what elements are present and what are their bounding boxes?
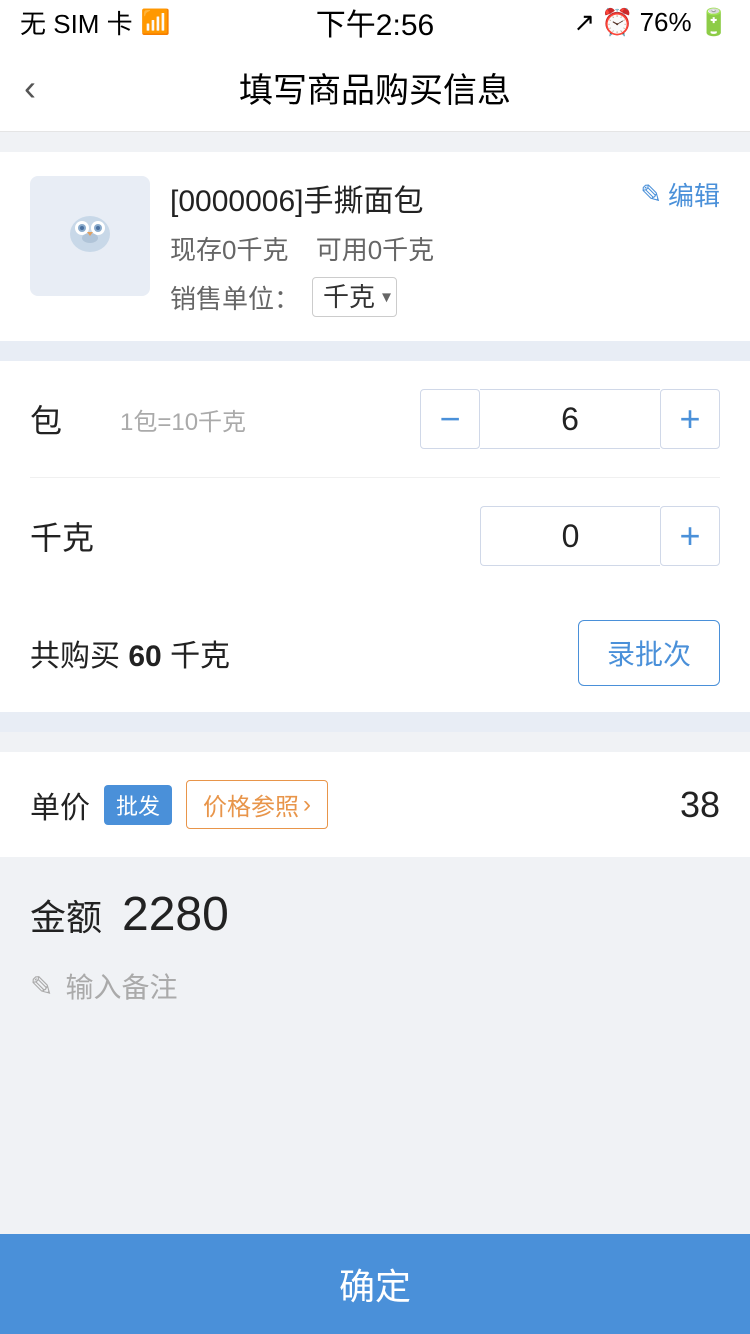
wifi-icon: 📶 — [141, 8, 171, 37]
decrement-bao-button[interactable]: − — [420, 389, 480, 449]
quantity-label-kg: 千克 — [30, 513, 110, 559]
amount-section: 金额 2280 ✎ 输入备注 — [0, 857, 750, 1026]
alarm-icon: ⏰ — [601, 7, 633, 38]
quantity-row-kg: 千克 + — [30, 478, 720, 594]
price-label: 单价 — [30, 783, 90, 827]
unit-label: 销售单位： — [170, 279, 300, 316]
section-divider-1 — [0, 341, 750, 361]
available-text: 可用0千克 — [316, 235, 434, 265]
note-placeholder: 输入备注 — [65, 966, 177, 1006]
unit-select[interactable]: 千克 包 — [312, 277, 397, 317]
chevron-right-icon: › — [303, 791, 311, 819]
status-carrier: 无 SIM 卡 📶 — [20, 4, 171, 41]
total-unit: 千克 — [170, 640, 230, 673]
stock-text: 现存0千克 — [170, 235, 288, 265]
product-stock: 现存0千克 可用0千克 — [170, 230, 720, 267]
location-icon: ↗ — [573, 7, 595, 38]
note-row[interactable]: ✎ 输入备注 — [30, 966, 720, 1006]
nav-bar: ‹ 填写商品购买信息 — [0, 44, 750, 132]
edit-label: 编辑 — [668, 176, 720, 213]
back-button[interactable]: ‹ — [24, 67, 36, 109]
status-bar: 无 SIM 卡 📶 下午2:56 ↗ ⏰ 76% 🔋 — [0, 0, 750, 44]
quantity-label-bao: 包 — [30, 396, 110, 442]
status-right: ↗ ⏰ 76% 🔋 — [573, 7, 730, 38]
product-unit-row: 销售单位： 千克 包 ▾ — [170, 277, 720, 317]
amount-row: 金额 2280 — [30, 887, 720, 942]
amount-label: 金额 — [30, 889, 102, 941]
status-time: 下午2:56 — [316, 0, 434, 44]
edit-button[interactable]: ✎ 编辑 — [640, 176, 720, 213]
product-image — [30, 176, 150, 296]
page-title: 填写商品购买信息 — [239, 63, 511, 112]
unit-select-wrapper[interactable]: 千克 包 ▾ — [312, 277, 397, 317]
total-row: 共购买 60 千克 录批次 — [0, 594, 750, 712]
price-section: 单价 批发 价格参照 › 38 — [0, 752, 750, 857]
amount-value: 2280 — [122, 887, 229, 942]
quantity-sublabel-bao: 1包=10千克 — [120, 402, 246, 437]
quantity-controls-kg: + — [480, 506, 720, 566]
total-prefix: 共购买 — [30, 640, 120, 673]
quantity-input-kg[interactable] — [480, 506, 660, 566]
batch-button[interactable]: 录批次 — [578, 620, 720, 686]
pencil-icon: ✎ — [30, 970, 53, 1003]
quantity-section: 包 1包=10千克 − + 千克 + — [0, 361, 750, 594]
product-card: [0000006]手撕面包 现存0千克 可用0千克 销售单位： 千克 包 ▾ ✎… — [0, 152, 750, 341]
increment-bao-button[interactable]: + — [660, 389, 720, 449]
carrier-text: 无 SIM 卡 — [20, 4, 133, 41]
increment-kg-button[interactable]: + — [660, 506, 720, 566]
product-title: [0000006]手撕面包 — [170, 176, 720, 220]
battery-icon: 🔋 — [698, 7, 730, 38]
product-logo-icon — [60, 202, 120, 271]
price-left: 单价 批发 价格参照 › — [30, 780, 328, 829]
quantity-input-bao[interactable] — [480, 389, 660, 449]
wholesale-tag: 批发 — [104, 785, 172, 825]
total-text: 共购买 60 千克 — [30, 631, 230, 675]
confirm-button[interactable]: 确定 — [0, 1234, 750, 1334]
edit-icon: ✎ — [640, 179, 662, 210]
total-amount: 60 — [128, 640, 170, 673]
battery-text: 76% — [640, 7, 692, 38]
price-ref-button[interactable]: 价格参照 › — [186, 780, 328, 829]
quantity-row-bao: 包 1包=10千克 − + — [30, 361, 720, 478]
section-divider-2 — [0, 712, 750, 732]
price-ref-label: 价格参照 — [203, 787, 299, 822]
price-row: 单价 批发 价格参照 › 38 — [30, 780, 720, 829]
price-value: 38 — [680, 784, 720, 826]
product-info: [0000006]手撕面包 现存0千克 可用0千克 销售单位： 千克 包 ▾ — [170, 176, 720, 317]
quantity-controls-bao: − + — [420, 389, 720, 449]
